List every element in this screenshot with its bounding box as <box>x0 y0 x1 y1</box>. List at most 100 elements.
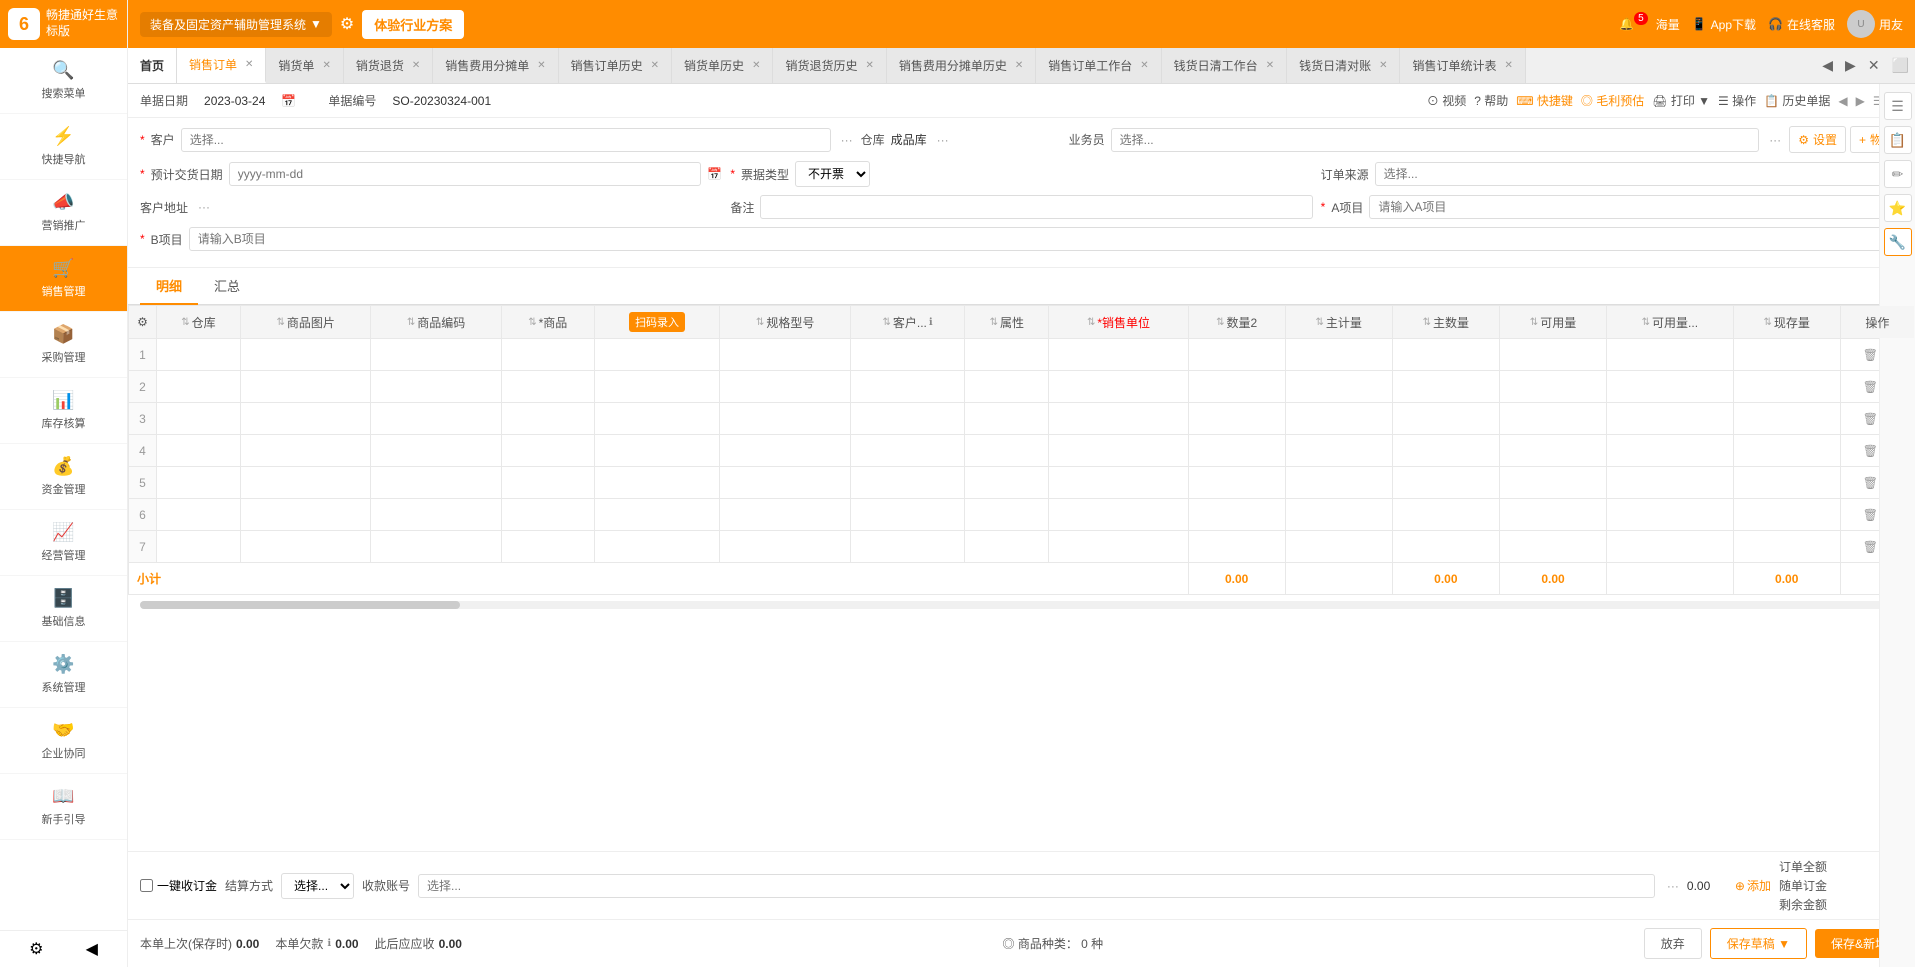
table-cell[interactable] <box>157 403 241 435</box>
one-click-checkbox[interactable] <box>140 879 153 892</box>
table-cell[interactable] <box>594 403 720 435</box>
table-cell[interactable] <box>965 339 1049 371</box>
delete-icon[interactable]: 🗑 <box>1863 348 1878 362</box>
table-cell[interactable] <box>1188 499 1285 531</box>
table-cell[interactable] <box>1607 339 1734 371</box>
customer-input[interactable] <box>181 128 831 152</box>
table-cell[interactable] <box>157 499 241 531</box>
th-available2[interactable]: ⇅ 可用量... <box>1607 306 1734 339</box>
sidebar-item-operations[interactable]: 📈 经营管理 <box>0 510 127 576</box>
sort-qty2[interactable]: ⇅ <box>1216 317 1224 328</box>
table-cell[interactable] <box>1188 371 1285 403</box>
tab-close-workbench[interactable]: ✕ <box>1140 60 1148 71</box>
warehouse-ellipsis[interactable]: ··· <box>937 133 949 147</box>
print-link[interactable]: 🖨 打印 ▼ <box>1652 92 1710 109</box>
sidebar-item-system[interactable]: ⚙️ 系统管理 <box>0 642 127 708</box>
table-cell[interactable] <box>1499 339 1606 371</box>
tab-detail[interactable]: 明细 <box>140 268 198 305</box>
remark-input[interactable] <box>760 195 1312 219</box>
tab-home[interactable]: 首页 <box>128 48 177 83</box>
a-project-input[interactable] <box>1369 195 1903 219</box>
delete-icon[interactable]: 🗑 <box>1863 476 1878 490</box>
table-cell[interactable] <box>1049 435 1188 467</box>
tab-expense[interactable]: 销售费用分摊单 ✕ <box>433 48 558 83</box>
table-cell[interactable] <box>1392 339 1499 371</box>
delete-icon[interactable]: 🗑 <box>1863 412 1878 426</box>
operation-link[interactable]: ☰ 操作 <box>1718 92 1756 109</box>
tab-right-arrow[interactable]: ▶ <box>1839 57 1862 74</box>
table-cell[interactable] <box>1049 339 1188 371</box>
notifications-btn[interactable]: 🔔 5 海量 <box>1619 16 1680 33</box>
help-link[interactable]: ? 帮助 <box>1474 92 1508 109</box>
table-cell[interactable] <box>1499 467 1606 499</box>
address-ellipsis[interactable]: ··· <box>198 200 210 214</box>
table-cell[interactable] <box>1188 531 1285 563</box>
table-cell[interactable] <box>965 467 1049 499</box>
table-cell[interactable] <box>1607 371 1734 403</box>
table-cell[interactable] <box>1499 435 1606 467</box>
sort-product-code[interactable]: ⇅ <box>407 317 415 328</box>
sidebar-item-search[interactable]: 🔍 搜索菜单 <box>0 48 127 114</box>
th-main-unit[interactable]: ⇅ 主计量 <box>1285 306 1392 339</box>
sort-main-qty[interactable]: ⇅ <box>1423 317 1431 328</box>
table-cell[interactable] <box>965 403 1049 435</box>
th-stock[interactable]: ⇅ 现存量 <box>1733 306 1840 339</box>
tab-return[interactable]: 销货退货 ✕ <box>344 48 433 83</box>
invoice-type-select[interactable]: 不开票 <box>795 161 870 187</box>
table-cell[interactable] <box>1049 403 1188 435</box>
tab-order-workbench[interactable]: 销售订单工作台 ✕ <box>1036 48 1161 83</box>
right-panel-btn-5[interactable]: 🔧 <box>1884 228 1912 256</box>
table-cell[interactable] <box>850 403 965 435</box>
tab-summary[interactable]: 汇总 <box>198 268 256 305</box>
sidebar-item-basic[interactable]: 🗄️ 基础信息 <box>0 576 127 642</box>
app-download-btn[interactable]: 📱 App下载 <box>1692 16 1756 33</box>
th-product-img[interactable]: ⇅ 商品图片 <box>240 306 370 339</box>
table-cell[interactable] <box>850 435 965 467</box>
order-source-input[interactable] <box>1375 162 1903 186</box>
table-cell[interactable] <box>594 467 720 499</box>
table-cell[interactable] <box>1607 435 1734 467</box>
sort-warehouse[interactable]: ⇅ <box>181 317 189 328</box>
th-sales-unit[interactable]: ⇅ *销售单位 <box>1049 306 1188 339</box>
next-page-icon[interactable]: ▶ <box>1856 94 1865 108</box>
table-cell[interactable] <box>1392 435 1499 467</box>
tab-return-history[interactable]: 销货退货历史 ✕ <box>773 48 886 83</box>
table-cell[interactable] <box>1733 435 1840 467</box>
table-cell[interactable] <box>1607 499 1734 531</box>
th-spec[interactable]: ⇅ 规格型号 <box>720 306 850 339</box>
table-cell[interactable] <box>594 435 720 467</box>
tab-cash-workbench[interactable]: 钱货日清工作台 ✕ <box>1162 48 1287 83</box>
th-product-code[interactable]: ⇅ 商品编码 <box>371 306 501 339</box>
payment-method-select[interactable]: 选择... <box>281 873 354 899</box>
th-product[interactable]: ⇅ *商品 <box>501 306 594 339</box>
sort-available[interactable]: ⇅ <box>1530 317 1538 328</box>
tab-stats[interactable]: 销售订单统计表 ✕ <box>1400 48 1525 83</box>
profit-link[interactable]: ◎ 毛利预估 <box>1581 92 1644 109</box>
table-cell[interactable] <box>1285 467 1392 499</box>
tab-left-arrow[interactable]: ◀ <box>1816 57 1839 74</box>
right-panel-btn-1[interactable]: ☰ <box>1884 92 1912 120</box>
tab-close-stats[interactable]: ✕ <box>1505 60 1513 71</box>
right-panel-btn-2[interactable]: 📋 <box>1884 126 1912 154</box>
table-cell[interactable] <box>1049 531 1188 563</box>
table-cell[interactable] <box>1499 531 1606 563</box>
table-cell[interactable] <box>720 499 850 531</box>
scan-btn[interactable]: 扫码录入 <box>629 312 685 332</box>
table-cell[interactable] <box>371 339 501 371</box>
table-cell[interactable] <box>1285 371 1392 403</box>
sidebar-item-enterprise[interactable]: 🤝 企业协同 <box>0 708 127 774</box>
sort-product-img[interactable]: ⇅ <box>276 317 284 328</box>
table-cell[interactable] <box>1285 499 1392 531</box>
th-qty2[interactable]: ⇅ 数量2 <box>1188 306 1285 339</box>
table-cell[interactable] <box>371 435 501 467</box>
shortcut-link[interactable]: ⌨ 快捷键 <box>1516 92 1573 109</box>
table-cell[interactable] <box>371 499 501 531</box>
table-cell[interactable] <box>965 435 1049 467</box>
table-cell[interactable] <box>240 467 370 499</box>
sort-spec[interactable]: ⇅ <box>756 317 764 328</box>
table-cell[interactable] <box>965 371 1049 403</box>
tab-close-sales-order[interactable]: ✕ <box>245 59 253 70</box>
table-cell[interactable] <box>1188 339 1285 371</box>
delete-icon[interactable]: 🗑 <box>1863 508 1878 522</box>
delivery-date-input[interactable] <box>229 162 702 186</box>
